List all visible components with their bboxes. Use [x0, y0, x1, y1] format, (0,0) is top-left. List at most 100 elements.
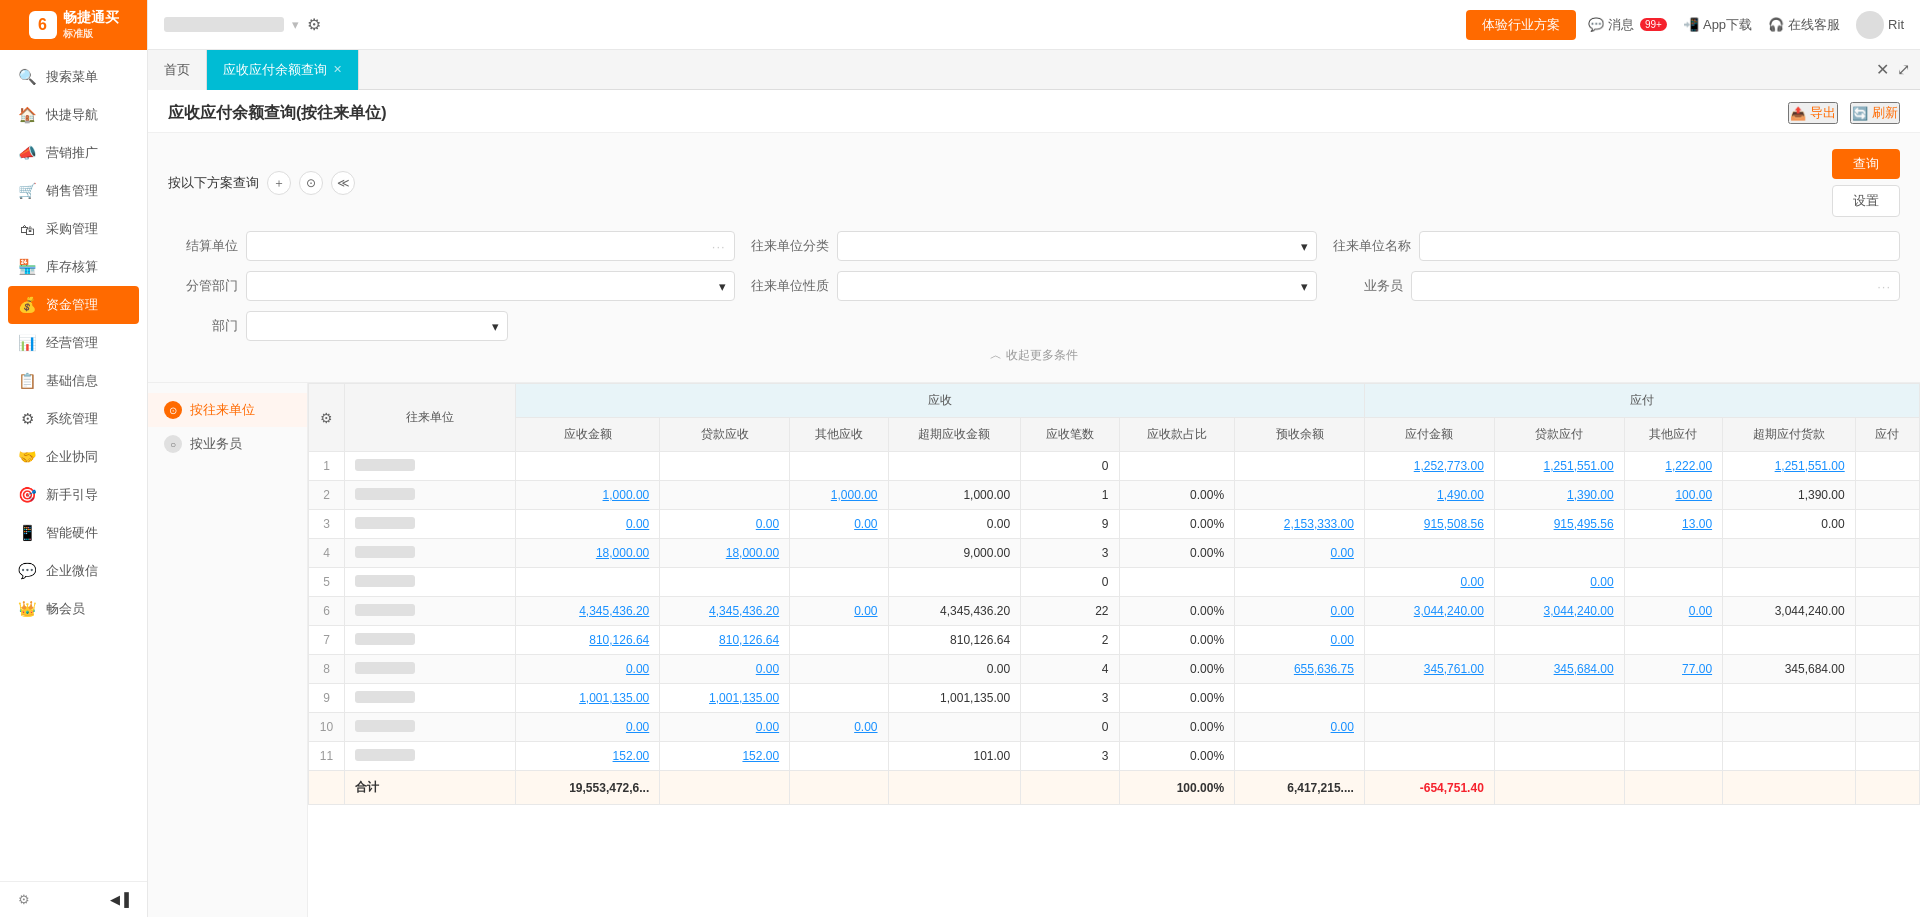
promo-button[interactable]: 体验行业方案 — [1466, 10, 1576, 40]
row-ap-amount[interactable]: 915,508.56 — [1364, 510, 1494, 539]
app-download-btn[interactable]: 📲 App下载 — [1683, 16, 1752, 34]
filter-by-salesman[interactable]: ○ 按业务员 — [148, 427, 307, 461]
row-ap-other[interactable]: 1,222.00 — [1624, 452, 1722, 481]
online-service-btn[interactable]: 🎧 在线客服 — [1768, 16, 1840, 34]
row-ar-amount[interactable]: 810,126.64 — [516, 626, 660, 655]
row-ar-loan[interactable]: 18,000.00 — [660, 539, 790, 568]
sidebar-item-finance[interactable]: 💰 资金管理 — [8, 286, 139, 324]
row-ap-amount[interactable]: 1,252,773.00 — [1364, 452, 1494, 481]
row-ar-amount[interactable]: 1,001,135.00 — [516, 684, 660, 713]
row-prepay[interactable]: 0.00 — [1235, 539, 1365, 568]
row-ar-other[interactable]: 0.00 — [790, 597, 888, 626]
filter-select-lwdwfl[interactable]: ▾ — [837, 231, 1318, 261]
filter-input-lwdwmc[interactable] — [1419, 231, 1900, 261]
row-ap-amount[interactable]: 1,490.00 — [1364, 481, 1494, 510]
row-ap-other[interactable]: 13.00 — [1624, 510, 1722, 539]
sidebar-label-operation: 经营管理 — [46, 334, 98, 352]
tab-close-window-icon[interactable]: ✕ — [1876, 60, 1889, 79]
row-ar-other[interactable]: 0.00 — [790, 713, 888, 742]
row-ar-loan[interactable]: 4,345,436.20 — [660, 597, 790, 626]
row-ap-amount[interactable]: 0.00 — [1364, 568, 1494, 597]
row-prepay[interactable]: 2,153,333.00 — [1235, 510, 1365, 539]
messages-btn[interactable]: 💬 消息 99+ — [1588, 16, 1667, 34]
export-button[interactable]: 📤 导出 — [1788, 102, 1838, 124]
sidebar-item-operation[interactable]: 📊 经营管理 — [0, 324, 147, 362]
sidebar-collapse-icon[interactable]: ◀▐ — [110, 892, 129, 907]
setting-button[interactable]: 设置 — [1832, 185, 1900, 217]
row-ap-amount[interactable]: 3,044,240.00 — [1364, 597, 1494, 626]
user-profile[interactable]: Rit — [1856, 11, 1904, 39]
filter-select-lwdwxz[interactable]: ▾ — [837, 271, 1318, 301]
row-ar-amount[interactable]: 1,000.00 — [516, 481, 660, 510]
tab-home[interactable]: 首页 — [148, 50, 207, 90]
row-prepay[interactable]: 0.00 — [1235, 626, 1365, 655]
row-ap-loan[interactable]: 1,251,551.00 — [1494, 452, 1624, 481]
row-ar-other[interactable]: 1,000.00 — [790, 481, 888, 510]
sidebar-item-hardware[interactable]: 📱 智能硬件 — [0, 514, 147, 552]
collapse-more-btn[interactable]: ︿ 收起更多条件 — [168, 341, 1900, 370]
row-ap-other[interactable]: 0.00 — [1624, 597, 1722, 626]
tab-maximize-icon[interactable]: ⤢ — [1897, 60, 1910, 79]
table-gear-icon[interactable]: ⚙ — [320, 410, 333, 426]
row-prepay[interactable]: 0.00 — [1235, 713, 1365, 742]
sidebar-item-search[interactable]: 🔍 搜索菜单 — [0, 58, 147, 96]
sidebar-item-quick[interactable]: 🏠 快捷导航 — [0, 96, 147, 134]
sidebar-item-basic[interactable]: 📋 基础信息 — [0, 362, 147, 400]
row-ap-loan[interactable]: 915,495.56 — [1494, 510, 1624, 539]
sidebar-item-marketing[interactable]: 📣 营销推广 — [0, 134, 147, 172]
tab-close-icon[interactable]: ✕ — [333, 63, 342, 76]
row-ap-overdue[interactable]: 1,251,551.00 — [1723, 452, 1856, 481]
settings-icon[interactable]: ⚙ — [18, 892, 30, 907]
filter-settings-btn[interactable]: ⊙ — [299, 171, 323, 195]
table-row: 11 152.00 152.00 101.00 3 0.00% — [309, 742, 1920, 771]
row-ar-loan[interactable]: 810,126.64 — [660, 626, 790, 655]
sidebar-item-sales[interactable]: 🛒 销售管理 — [0, 172, 147, 210]
filter-by-unit[interactable]: ⊙ 按往来单位 — [148, 393, 307, 427]
row-ar-loan[interactable]: 0.00 — [660, 713, 790, 742]
sidebar-item-purchase[interactable]: 🛍 采购管理 — [0, 210, 147, 248]
row-ar-ratio: 0.00% — [1119, 539, 1235, 568]
row-ar-loan — [660, 452, 790, 481]
sidebar-item-wechat[interactable]: 💬 企业微信 — [0, 552, 147, 590]
sidebar-item-member[interactable]: 👑 畅会员 — [0, 590, 147, 628]
sidebar-item-enterprise[interactable]: 🤝 企业协同 — [0, 438, 147, 476]
row-ap-other[interactable]: 77.00 — [1624, 655, 1722, 684]
guide-icon: 🎯 — [18, 486, 36, 504]
row-ar-loan[interactable]: 152.00 — [660, 742, 790, 771]
row-ar-amount[interactable]: 4,345,436.20 — [516, 597, 660, 626]
row-prepay[interactable]: 0.00 — [1235, 597, 1365, 626]
filter-add-btn[interactable]: ＋ — [267, 171, 291, 195]
row-ap-loan[interactable]: 345,684.00 — [1494, 655, 1624, 684]
row-ar-loan[interactable]: 0.00 — [660, 510, 790, 539]
query-button[interactable]: 查询 — [1832, 149, 1900, 179]
row-ar-loan[interactable]: 0.00 — [660, 655, 790, 684]
row-ar-amount[interactable]: 18,000.00 — [516, 539, 660, 568]
row-ar-loan[interactable]: 1,001,135.00 — [660, 684, 790, 713]
row-ar-amount[interactable]: 152.00 — [516, 742, 660, 771]
filter-collapse-btn[interactable]: ≪ — [331, 171, 355, 195]
row-prepay[interactable]: 655,636.75 — [1235, 655, 1365, 684]
row-ap-loan[interactable]: 3,044,240.00 — [1494, 597, 1624, 626]
masked-unit — [355, 459, 415, 471]
filter-input-jsdw[interactable]: ··· — [246, 231, 735, 261]
filter-label-fgbm: 分管部门 — [168, 277, 238, 295]
filter-select-fgbm[interactable]: ▾ — [246, 271, 735, 301]
row-ar-amount[interactable]: 0.00 — [516, 655, 660, 684]
row-prepay — [1235, 742, 1365, 771]
row-ap-loan[interactable]: 0.00 — [1494, 568, 1624, 597]
sidebar-item-system[interactable]: ⚙ 系统管理 — [0, 400, 147, 438]
col-ar-amount: 应收金额 — [516, 418, 660, 452]
row-ap-loan[interactable]: 1,390.00 — [1494, 481, 1624, 510]
tab-query[interactable]: 应收应付余额查询 ✕ — [207, 50, 359, 90]
filter-select-bm[interactable]: ▾ — [246, 311, 508, 341]
row-ar-other[interactable]: 0.00 — [790, 510, 888, 539]
row-ap-amount[interactable]: 345,761.00 — [1364, 655, 1494, 684]
row-ar-amount[interactable]: 0.00 — [516, 713, 660, 742]
row-ap-other[interactable]: 100.00 — [1624, 481, 1722, 510]
row-ar-amount[interactable]: 0.00 — [516, 510, 660, 539]
gear-btn[interactable]: ⚙ — [307, 15, 321, 34]
sidebar-item-guide[interactable]: 🎯 新手引导 — [0, 476, 147, 514]
sidebar-item-inventory[interactable]: 🏪 库存核算 — [0, 248, 147, 286]
filter-input-ywy[interactable]: ··· — [1411, 271, 1900, 301]
refresh-button[interactable]: 🔄 刷新 — [1850, 102, 1900, 124]
